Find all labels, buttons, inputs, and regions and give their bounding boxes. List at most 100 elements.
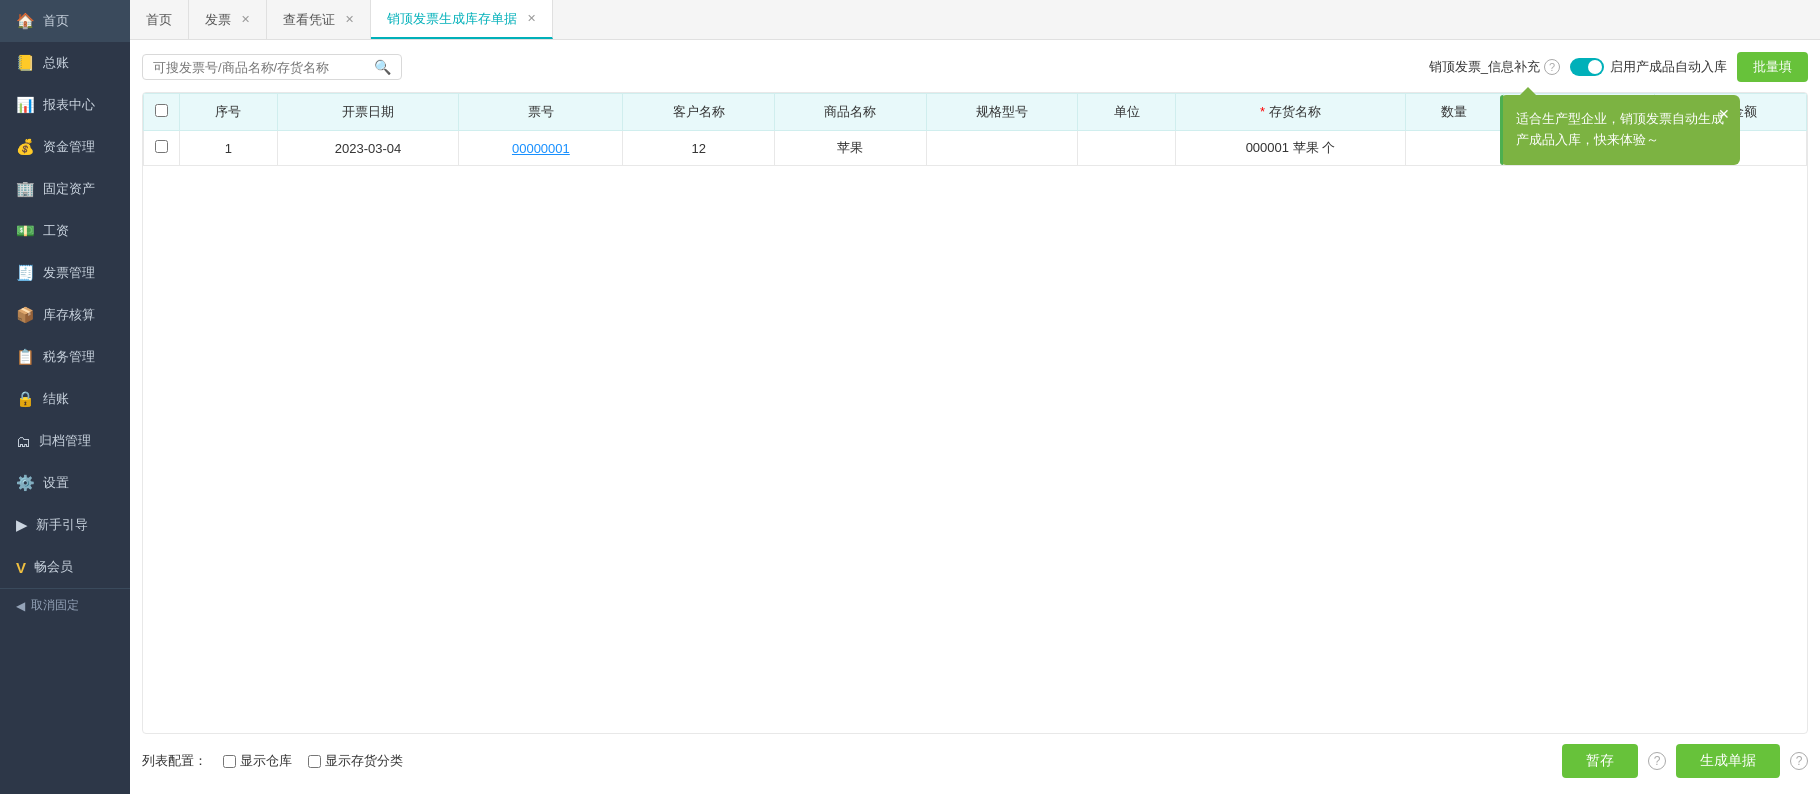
save-help-icon[interactable]: ?: [1648, 752, 1666, 770]
tab-home-label: 首页: [146, 11, 172, 29]
sidebar-item-label: 税务管理: [43, 348, 95, 366]
sidebar-item-label: 工资: [43, 222, 69, 240]
sidebar: 🏠 首页 📒 总账 📊 报表中心 💰 资金管理 🏢 固定资产 💵 工资 🧾 发票…: [0, 0, 130, 794]
sidebar-item-label: 首页: [43, 12, 69, 30]
row-unit: [1078, 131, 1176, 166]
toggle-switch: 启用产成品自动入库: [1570, 58, 1727, 76]
ledger-icon: 📒: [16, 54, 35, 72]
info-help-icon[interactable]: ?: [1544, 59, 1560, 75]
sidebar-item-funds[interactable]: 💰 资金管理: [0, 126, 130, 168]
header-inventory: 存货名称: [1176, 94, 1406, 131]
ticket-no-link[interactable]: 00000001: [512, 141, 570, 156]
sidebar-item-inventory[interactable]: 📦 库存核算: [0, 294, 130, 336]
closing-icon: 🔒: [16, 390, 35, 408]
tooltip-bar: [1500, 95, 1503, 165]
info-label: 销顶发票_信息补充 ?: [1429, 58, 1560, 76]
funds-icon: 💰: [16, 138, 35, 156]
sidebar-item-closing[interactable]: 🔒 结账: [0, 378, 130, 420]
tooltip-close-btn[interactable]: ✕: [1718, 103, 1730, 125]
sidebar-item-label: 库存核算: [43, 306, 95, 324]
sidebar-item-reports[interactable]: 📊 报表中心: [0, 84, 130, 126]
row-quantity: [1405, 131, 1503, 166]
show-category-label[interactable]: 显示存货分类: [308, 752, 403, 770]
undo-fixed-label: 取消固定: [31, 597, 79, 614]
search-input[interactable]: [153, 60, 374, 75]
sidebar-item-ledger[interactable]: 📒 总账: [0, 42, 130, 84]
save-button[interactable]: 暂存: [1562, 744, 1638, 778]
row-inventory: 000001 苹果 个: [1176, 131, 1406, 166]
sidebar-item-label: 畅会员: [34, 558, 73, 576]
sidebar-item-label: 固定资产: [43, 180, 95, 198]
header-quantity: 数量: [1405, 94, 1503, 131]
sidebar-item-label: 总账: [43, 54, 69, 72]
tab-voucher-label: 查看凭证: [283, 11, 335, 29]
row-spec: [926, 131, 1078, 166]
tax-icon: 📋: [16, 348, 35, 366]
sidebar-item-settings[interactable]: ⚙️ 设置: [0, 462, 130, 504]
sidebar-item-payroll[interactable]: 💵 工资: [0, 210, 130, 252]
tab-voucher[interactable]: 查看凭证 ✕: [267, 0, 371, 39]
guide-icon: ▶: [16, 516, 28, 534]
tabbar: 首页 发票 ✕ 查看凭证 ✕ 销顶发票生成库存单据 ✕: [130, 0, 1820, 40]
undo-fixed-icon: ◀: [16, 599, 25, 613]
member-icon: V: [16, 559, 26, 576]
archive-icon: 🗂: [16, 433, 31, 450]
tab-voucher-close[interactable]: ✕: [345, 13, 354, 26]
sidebar-item-label: 设置: [43, 474, 69, 492]
tab-invoice-label: 发票: [205, 11, 231, 29]
sidebar-item-invoice[interactable]: 🧾 发票管理: [0, 252, 130, 294]
header-unit: 单位: [1078, 94, 1176, 131]
tab-home[interactable]: 首页: [130, 0, 189, 39]
toolbar-right: 销顶发票_信息补充 ? 启用产成品自动入库 批量填: [1429, 52, 1808, 82]
sidebar-item-label: 结账: [43, 390, 69, 408]
generate-help-icon[interactable]: ?: [1790, 752, 1808, 770]
show-category-text: 显示存货分类: [325, 752, 403, 770]
invoice-icon: 🧾: [16, 264, 35, 282]
bottom-actions: 暂存 ? 生成单据 ?: [1562, 744, 1808, 778]
row-checkbox[interactable]: [155, 140, 168, 153]
payroll-icon: 💵: [16, 222, 35, 240]
tab-invoice-close[interactable]: ✕: [241, 13, 250, 26]
sidebar-item-label: 资金管理: [43, 138, 95, 156]
sidebar-item-guide[interactable]: ▶ 新手引导: [0, 504, 130, 546]
main-content: 首页 发票 ✕ 查看凭证 ✕ 销顶发票生成库存单据 ✕ 🔍: [130, 0, 1820, 794]
show-warehouse-label[interactable]: 显示仓库: [223, 752, 292, 770]
tooltip-text: 适合生产型企业，销顶发票自动生成产成品入库，快来体验～: [1516, 111, 1724, 147]
row-seq: 1: [180, 131, 278, 166]
sidebar-item-assets[interactable]: 🏢 固定资产: [0, 168, 130, 210]
sidebar-item-archive[interactable]: 🗂 归档管理: [0, 420, 130, 462]
sidebar-item-label: 发票管理: [43, 264, 95, 282]
list-config: 列表配置： 显示仓库 显示存货分类: [142, 752, 403, 770]
search-box[interactable]: 🔍: [142, 54, 402, 80]
show-category-checkbox[interactable]: [308, 755, 321, 768]
page-content: 🔍 销顶发票_信息补充 ? 启用产成品自动入库 批量填: [130, 40, 1820, 794]
row-customer: 12: [623, 131, 775, 166]
tab-salesreturn[interactable]: 销顶发票生成库存单据 ✕: [371, 0, 553, 39]
assets-icon: 🏢: [16, 180, 35, 198]
show-warehouse-checkbox[interactable]: [223, 755, 236, 768]
header-product: 商品名称: [774, 94, 926, 131]
row-product: 苹果: [774, 131, 926, 166]
sidebar-item-tax[interactable]: 📋 税务管理: [0, 336, 130, 378]
header-seq: 序号: [180, 94, 278, 131]
sidebar-item-member[interactable]: V 畅会员: [0, 546, 130, 588]
batch-fill-button[interactable]: 批量填: [1737, 52, 1808, 82]
toolbar: 🔍 销顶发票_信息补充 ? 启用产成品自动入库 批量填: [142, 52, 1808, 82]
tab-invoice[interactable]: 发票 ✕: [189, 0, 267, 39]
row-ticket-no: 00000001: [459, 131, 623, 166]
row-date: 2023-03-04: [277, 131, 459, 166]
sidebar-item-label: 报表中心: [43, 96, 95, 114]
sidebar-item-home[interactable]: 🏠 首页: [0, 0, 130, 42]
show-warehouse-text: 显示仓库: [240, 752, 292, 770]
generate-button[interactable]: 生成单据: [1676, 744, 1780, 778]
tab-salesreturn-close[interactable]: ✕: [527, 12, 536, 25]
info-label-text: 销顶发票_信息补充: [1429, 58, 1540, 76]
undo-fixed-btn[interactable]: ◀ 取消固定: [0, 588, 130, 622]
auto-warehouse-toggle[interactable]: [1570, 58, 1604, 76]
settings-icon: ⚙️: [16, 474, 35, 492]
home-icon: 🏠: [16, 12, 35, 30]
tab-salesreturn-label: 销顶发票生成库存单据: [387, 10, 517, 28]
header-date: 开票日期: [277, 94, 459, 131]
config-label: 列表配置：: [142, 752, 207, 770]
select-all-checkbox[interactable]: [155, 104, 168, 117]
